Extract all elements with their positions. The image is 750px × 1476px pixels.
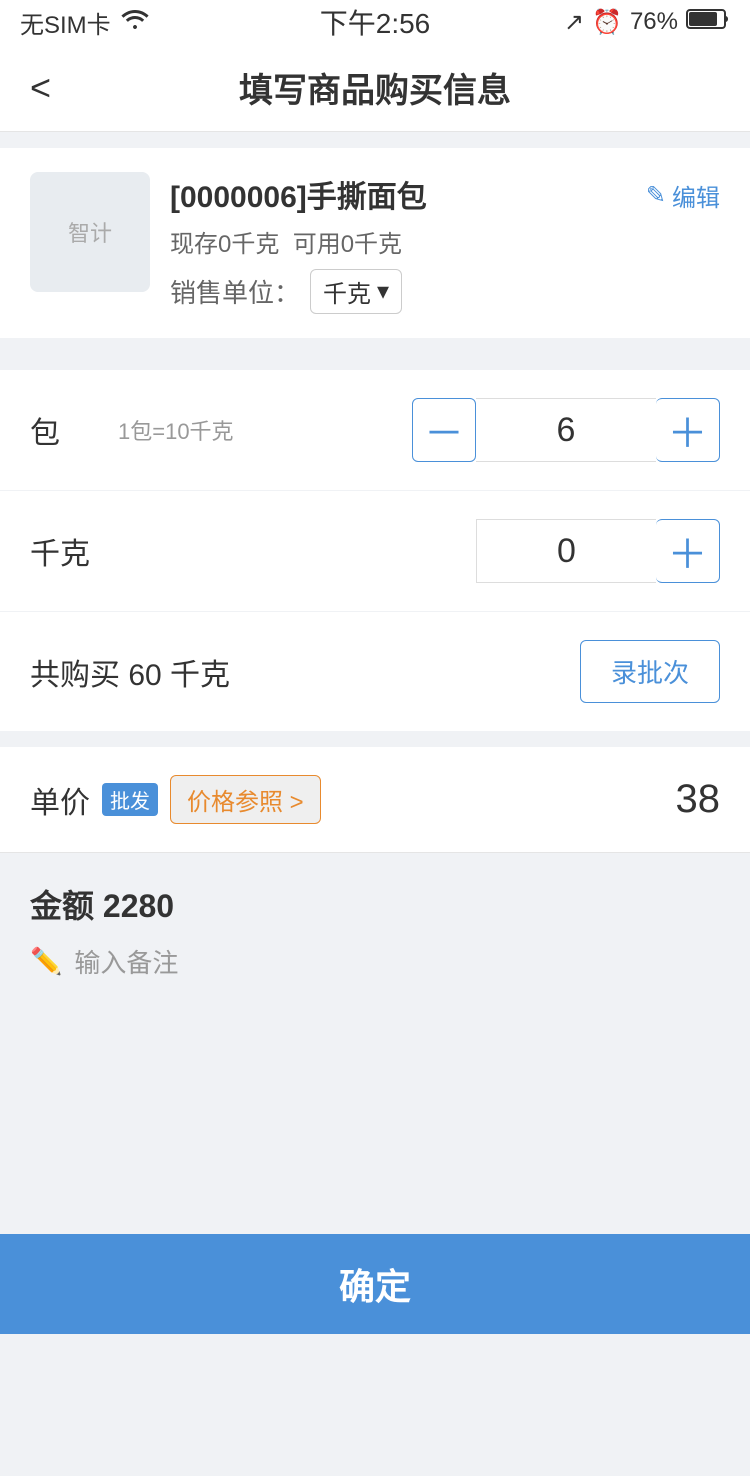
amount-label: 金额 <box>30 888 94 924</box>
section-divider-2 <box>0 731 750 747</box>
section-divider-1 <box>0 354 750 370</box>
pencil-icon: ✏️ <box>30 946 62 977</box>
amount-section: 金额 2280 ✏️ 输入备注 <box>0 853 750 996</box>
bao-quantity-control: － ＋ <box>412 398 720 462</box>
total-text: 共购买 60 千克 <box>30 650 230 694</box>
price-label: 单价 <box>30 778 90 822</box>
total-row: 共购买 60 千克 录批次 <box>0 612 750 731</box>
kg-plus-button[interactable]: ＋ <box>656 519 720 583</box>
location-icon: ↗ <box>564 8 584 37</box>
kg-quantity-row: 千克 ＋ <box>0 491 750 612</box>
status-bar-right: ↗ ⏰ 76% <box>564 8 730 37</box>
product-thumb-label: 智计 <box>68 216 112 248</box>
batch-button[interactable]: 录批次 <box>580 640 720 703</box>
confirm-button[interactable]: 确定 <box>0 1234 750 1334</box>
bao-hint: 1包=10千克 <box>118 414 412 446</box>
alarm-icon: ⏰ <box>592 8 622 37</box>
price-value: 38 <box>676 777 721 822</box>
product-thumbnail: 智计 <box>30 172 150 292</box>
bao-quantity-row: 包 1包=10千克 － ＋ <box>0 370 750 491</box>
carrier-text: 无SIM卡 <box>20 5 111 40</box>
battery-icon <box>686 8 730 37</box>
remark-placeholder: 输入备注 <box>74 943 178 980</box>
nav-bar: < 填写商品购买信息 <box>0 44 750 132</box>
page-title: 填写商品购买信息 <box>239 63 511 112</box>
wifi-icon <box>119 7 151 38</box>
kg-quantity-control: ＋ <box>476 519 720 583</box>
amount-row: 金额 2280 <box>30 881 720 927</box>
kg-quantity-input[interactable] <box>476 519 656 583</box>
price-ref-button[interactable]: 价格参照 > <box>170 775 321 824</box>
back-button[interactable]: < <box>30 67 51 109</box>
amount-number: 2280 <box>103 888 174 924</box>
product-stock: 现存0千克 可用0千克 <box>170 224 720 259</box>
price-label-row: 单价 批发 价格参照 > <box>30 775 321 824</box>
chevron-down-icon: ▾ <box>377 277 389 306</box>
edit-icon: ✎ <box>646 181 666 210</box>
bao-plus-button[interactable]: ＋ <box>656 398 720 462</box>
battery-text: 76% <box>630 8 678 36</box>
price-tag-pifa: 批发 <box>102 783 158 816</box>
unit-select[interactable]: 千克 ▾ <box>310 269 402 314</box>
bao-minus-button[interactable]: － <box>412 398 476 462</box>
bao-label: 包 <box>30 408 110 452</box>
product-unit-row: 销售单位： 千克 ▾ <box>170 269 720 314</box>
product-card: 智计 [0000006]手撕面包 现存0千克 可用0千克 销售单位： 千克 ▾ … <box>0 148 750 338</box>
status-bar: 无SIM卡 下午2:56 ↗ ⏰ 76% <box>0 0 750 44</box>
product-name: [0000006]手撕面包 <box>170 172 720 216</box>
status-bar-left: 无SIM卡 <box>20 5 151 40</box>
kg-label: 千克 <box>30 529 110 573</box>
bao-quantity-input[interactable] <box>476 398 656 462</box>
unit-label: 销售单位： <box>170 273 300 310</box>
product-info: [0000006]手撕面包 现存0千克 可用0千克 销售单位： 千克 ▾ <box>170 172 720 314</box>
price-section: 单价 批发 价格参照 > 38 <box>0 747 750 852</box>
edit-button[interactable]: ✎ 编辑 <box>646 178 720 213</box>
status-bar-time: 下午2:56 <box>320 2 431 42</box>
remark-row[interactable]: ✏️ 输入备注 <box>30 943 720 980</box>
